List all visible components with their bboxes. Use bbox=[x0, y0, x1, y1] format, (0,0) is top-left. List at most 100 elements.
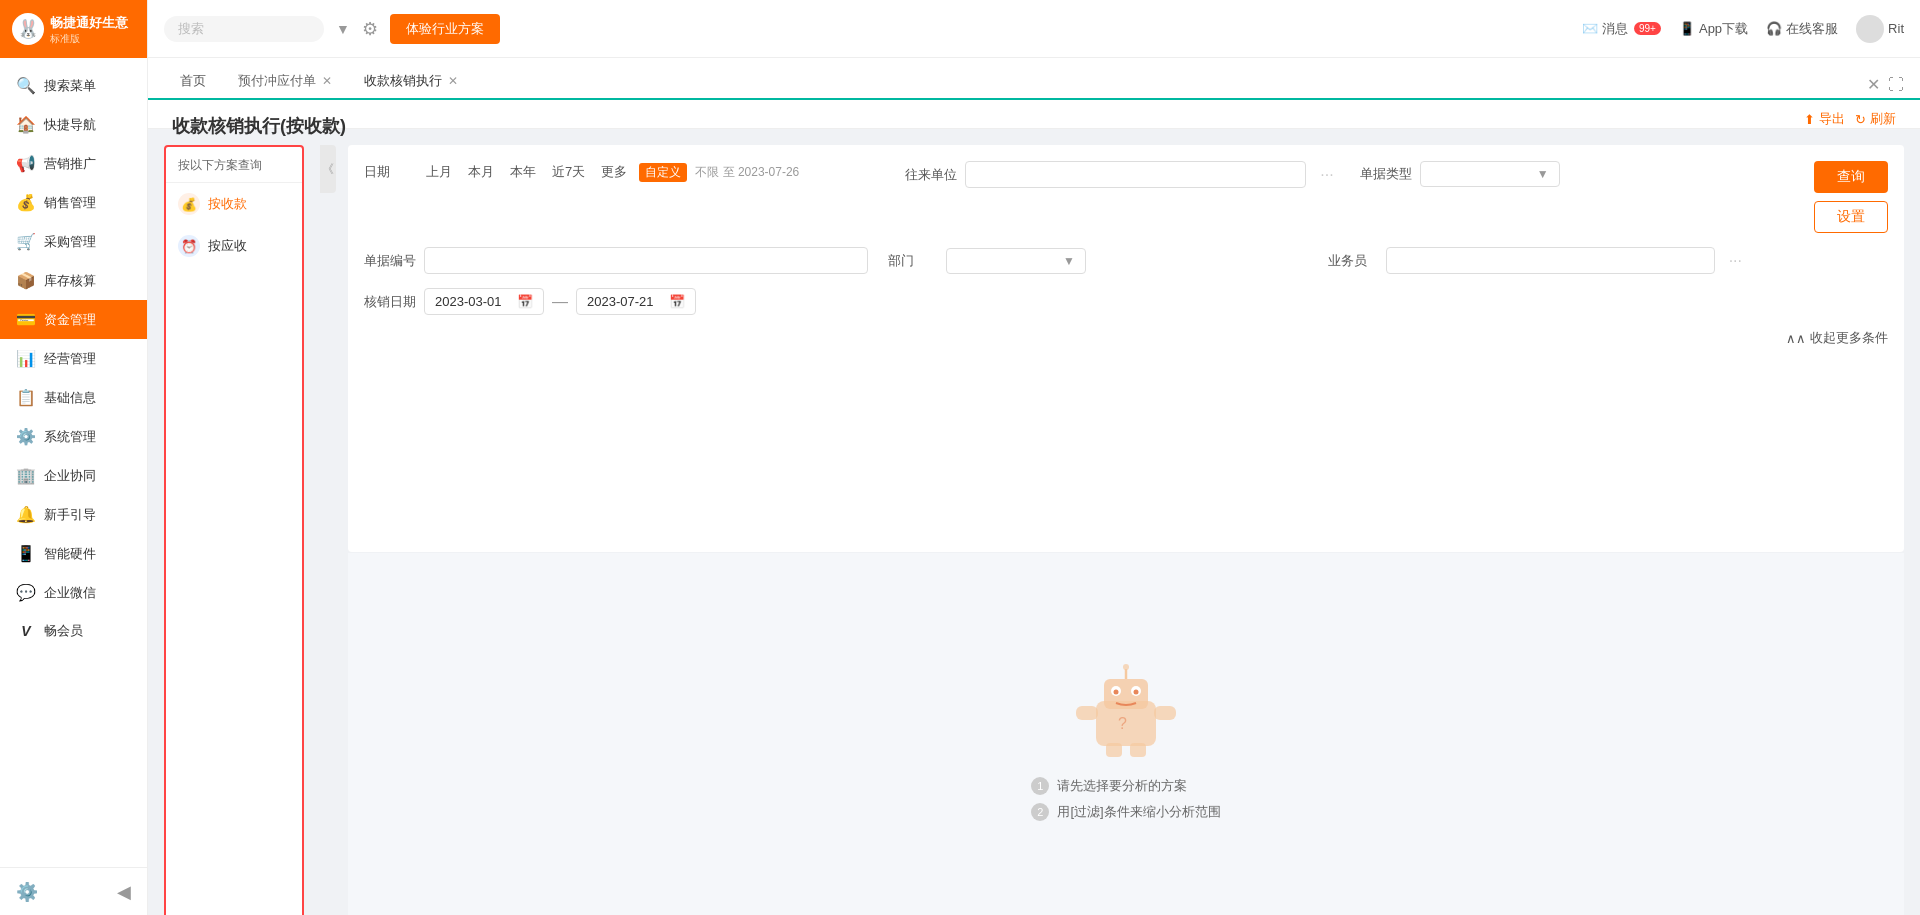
more-date-btn[interactable]: 更多 bbox=[597, 161, 631, 183]
messages-button[interactable]: ✉️ 消息 99+ bbox=[1582, 20, 1661, 38]
tabbar-controls: ✕ ⛶ bbox=[1867, 75, 1904, 98]
search-box[interactable]: 搜索 bbox=[164, 16, 324, 42]
refresh-icon: ↻ bbox=[1855, 112, 1866, 127]
tab-home[interactable]: 首页 bbox=[164, 64, 222, 100]
svg-rect-7 bbox=[1154, 706, 1176, 720]
panel-collapse-button[interactable]: 《 bbox=[320, 145, 336, 193]
search-and-result: 日期 上月 本月 本年 近7天 更多 自定义 不限 至 2023-07-26 bbox=[348, 145, 1904, 915]
tab-prepay[interactable]: 预付冲应付单 ✕ bbox=[222, 64, 348, 100]
refresh-button[interactable]: ↻ 刷新 bbox=[1855, 110, 1896, 128]
last-7-days-btn[interactable]: 近7天 bbox=[548, 161, 589, 183]
filter-option-by-receivable[interactable]: ⏰ 按应收 bbox=[166, 225, 302, 267]
dropdown-chevron-icon[interactable]: ▼ bbox=[336, 21, 350, 37]
expand-tab-icon[interactable]: ⛶ bbox=[1888, 76, 1904, 94]
doc-type-select[interactable]: ▼ bbox=[1420, 161, 1560, 187]
chevron-up-icon: ∧∧ bbox=[1786, 331, 1806, 346]
headset-icon: 🎧 bbox=[1766, 21, 1782, 36]
svg-rect-9 bbox=[1130, 743, 1146, 757]
settings-button[interactable]: 设置 bbox=[1814, 201, 1888, 233]
date-range-dash: — bbox=[552, 293, 568, 311]
page-header: 收款核销执行(按收款) ⬆ 导出 ↻ 刷新 bbox=[148, 100, 1920, 129]
doc-no-input[interactable] bbox=[424, 247, 868, 274]
tab-receipt-offset[interactable]: 收款核销执行 ✕ bbox=[348, 64, 474, 100]
sidebar-logo: 🐰 畅捷通好生意 标准版 bbox=[0, 0, 147, 58]
filter-panel: 按以下方案查询 💰 按收款 ⏰ 按应收 bbox=[164, 145, 304, 915]
app-download-button[interactable]: 📱 App下载 bbox=[1679, 20, 1748, 38]
dept-field-group: 部门 ▼ bbox=[888, 248, 1308, 274]
dept-select-arrow-icon: ▼ bbox=[1063, 254, 1075, 268]
message-icon: ✉️ bbox=[1582, 21, 1598, 36]
receivable-filter-icon: ⏰ bbox=[178, 235, 200, 257]
sidebar-item-marketing[interactable]: 📢 营销推广 bbox=[0, 144, 147, 183]
sidebar-item-sales[interactable]: 💰 销售管理 bbox=[0, 183, 147, 222]
partner-dots-icon[interactable]: ··· bbox=[1314, 166, 1339, 184]
sidebar-item-smart[interactable]: 📱 智能硬件 bbox=[0, 534, 147, 573]
sidebar-item-search-menu[interactable]: 🔍 搜索菜单 bbox=[0, 66, 147, 105]
partner-field-group: 往来单位 ··· bbox=[905, 161, 1339, 188]
last-month-btn[interactable]: 上月 bbox=[422, 161, 456, 183]
sidebar-item-inventory[interactable]: 📦 库存核算 bbox=[0, 261, 147, 300]
tab-close-receipt-icon[interactable]: ✕ bbox=[448, 74, 458, 88]
export-icon: ⬆ bbox=[1804, 112, 1815, 127]
offset-date-label: 核销日期 bbox=[364, 293, 416, 311]
empty-state-area: ? 1 请先选择要分析的方案 2 用[过滤]条件来缩小分析范围 bbox=[348, 553, 1904, 915]
date-label: 日期 bbox=[364, 163, 414, 181]
custom-date-tag[interactable]: 自定义 bbox=[639, 163, 687, 182]
tabbar: 首页 预付冲应付单 ✕ 收款核销执行 ✕ ✕ ⛶ bbox=[148, 58, 1920, 100]
collapse-sidebar-icon[interactable]: ◀ bbox=[117, 881, 131, 903]
partner-label: 往来单位 bbox=[905, 166, 957, 184]
online-service-button[interactable]: 🎧 在线客服 bbox=[1766, 20, 1838, 38]
export-button[interactable]: ⬆ 导出 bbox=[1804, 110, 1845, 128]
sidebar-item-quick-nav[interactable]: 🏠 快捷导航 bbox=[0, 105, 147, 144]
select-arrow-icon: ▼ bbox=[1537, 167, 1549, 181]
svg-rect-6 bbox=[1076, 706, 1098, 720]
svg-point-4 bbox=[1113, 689, 1118, 694]
staff-field-group: 业务员 ··· bbox=[1328, 247, 1748, 274]
doc-type-label: 单据类型 bbox=[1360, 165, 1412, 183]
date-field-group: 日期 上月 本月 本年 近7天 更多 自定义 不限 至 2023-07-26 bbox=[364, 161, 885, 183]
collapse-more-button[interactable]: ∧∧ 收起更多条件 bbox=[364, 323, 1888, 353]
sidebar-item-operation[interactable]: 📊 经营管理 bbox=[0, 339, 147, 378]
this-year-btn[interactable]: 本年 bbox=[506, 161, 540, 183]
wechat-icon: 💬 bbox=[16, 583, 36, 602]
content-body: 按以下方案查询 💰 按收款 ⏰ 按应收 《 bbox=[148, 129, 1920, 915]
doc-type-field-group: 单据类型 ▼ bbox=[1360, 161, 1794, 187]
sidebar-item-finance[interactable]: 💳 资金管理 bbox=[0, 300, 147, 339]
offset-date-start-field[interactable]: 2023-03-01 📅 bbox=[424, 288, 544, 315]
partner-input[interactable] bbox=[965, 161, 1306, 188]
svg-text:?: ? bbox=[1118, 715, 1127, 732]
sidebar-item-enterprise[interactable]: 🏢 企业协同 bbox=[0, 456, 147, 495]
home-icon: 🏠 bbox=[16, 115, 36, 134]
sidebar-item-guide[interactable]: 🔔 新手引导 bbox=[0, 495, 147, 534]
calendar-start-icon[interactable]: 📅 bbox=[517, 294, 533, 309]
sidebar-item-basic[interactable]: 📋 基础信息 bbox=[0, 378, 147, 417]
sidebar-item-system[interactable]: ⚙️ 系统管理 bbox=[0, 417, 147, 456]
guide-icon: 🔔 bbox=[16, 505, 36, 524]
offset-date-end-field[interactable]: 2023-07-21 📅 bbox=[576, 288, 696, 315]
sidebar-item-purchase[interactable]: 🛒 采购管理 bbox=[0, 222, 147, 261]
empty-state: ? 1 请先选择要分析的方案 2 用[过滤]条件来缩小分析范围 bbox=[1031, 581, 1220, 901]
sidebar-item-wechat[interactable]: 💬 企业微信 bbox=[0, 573, 147, 612]
user-profile[interactable]: Rit bbox=[1856, 15, 1904, 43]
staff-dots-icon[interactable]: ··· bbox=[1723, 252, 1748, 270]
this-month-btn[interactable]: 本月 bbox=[464, 161, 498, 183]
svg-point-11 bbox=[1123, 664, 1129, 670]
calendar-end-icon[interactable]: 📅 bbox=[669, 294, 685, 309]
system-icon: ⚙️ bbox=[16, 427, 36, 446]
purchase-icon: 🛒 bbox=[16, 232, 36, 251]
topbar: 搜索 ▼ ⚙ 体验行业方案 ✉️ 消息 99+ 📱 App下载 🎧 在线客服 R… bbox=[148, 0, 1920, 58]
industry-solution-button[interactable]: 体验行业方案 bbox=[390, 14, 500, 44]
search-form: 日期 上月 本月 本年 近7天 更多 自定义 不限 至 2023-07-26 bbox=[348, 145, 1904, 552]
tab-close-prepay-icon[interactable]: ✕ bbox=[322, 74, 332, 88]
filter-option-by-receipt[interactable]: 💰 按收款 bbox=[166, 183, 302, 225]
close-tab-icon[interactable]: ✕ bbox=[1867, 75, 1880, 94]
dept-select[interactable]: ▼ bbox=[946, 248, 1086, 274]
settings-icon[interactable]: ⚙️ bbox=[16, 881, 38, 903]
staff-input[interactable] bbox=[1386, 247, 1715, 274]
sales-icon: 💰 bbox=[16, 193, 36, 212]
query-button[interactable]: 查询 bbox=[1814, 161, 1888, 193]
svg-point-5 bbox=[1133, 689, 1138, 694]
phone-icon: 📱 bbox=[1679, 21, 1695, 36]
sidebar-item-member[interactable]: V 畅会员 bbox=[0, 612, 147, 650]
settings-gear-icon[interactable]: ⚙ bbox=[362, 18, 378, 40]
